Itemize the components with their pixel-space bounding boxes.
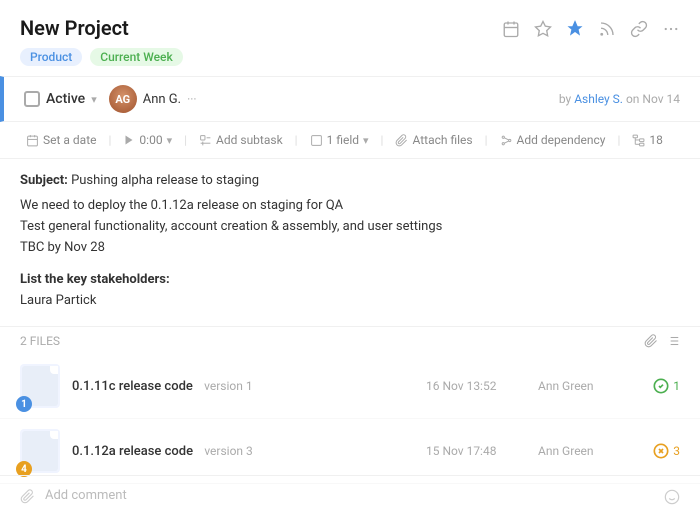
add-dependency-label: Add dependency bbox=[517, 133, 606, 147]
assignee[interactable]: AG Ann G. ··· bbox=[109, 85, 197, 113]
more-icon[interactable] bbox=[662, 18, 680, 38]
file-info-2: 0.1.12a release code version 3 bbox=[72, 444, 414, 459]
toolbar: Set a date | 0:00 ▾ | Add subtask | 1 fi… bbox=[0, 122, 700, 159]
file-date-2: 15 Nov 17:48 bbox=[426, 444, 526, 458]
assignee-name: Ann G. bbox=[143, 92, 181, 107]
comment-attach-icon[interactable] bbox=[20, 486, 35, 505]
file-icon-2: 4 bbox=[20, 429, 60, 473]
sep5: | bbox=[485, 133, 488, 147]
sep6: | bbox=[617, 133, 620, 147]
file-info-1: 0.1.11c release code version 1 bbox=[72, 379, 414, 394]
file-status-count-2: 3 bbox=[673, 444, 680, 458]
subject-line: Subject: Pushing alpha release to stagin… bbox=[20, 173, 680, 188]
file-status-2: 3 bbox=[630, 443, 680, 459]
add-subtask-button[interactable]: Add subtask bbox=[193, 130, 289, 150]
file-name-2[interactable]: 0.1.12a release code bbox=[72, 444, 193, 459]
list-icon[interactable] bbox=[666, 333, 680, 348]
file-author-2: Ann Green bbox=[538, 444, 618, 458]
attach-files-button[interactable]: Attach files bbox=[389, 130, 478, 150]
avatar: AG bbox=[109, 85, 137, 113]
files-header-icons bbox=[644, 333, 680, 348]
link-icon[interactable] bbox=[630, 18, 648, 38]
on-date: on Nov 14 bbox=[626, 92, 680, 106]
tag-product[interactable]: Product bbox=[20, 48, 82, 66]
files-header: 2 FILES bbox=[0, 327, 700, 354]
add-dependency-button[interactable]: Add dependency bbox=[494, 130, 612, 150]
body-text: We need to deploy the 0.1.12a release on… bbox=[20, 196, 680, 258]
by-user[interactable]: Ashley S. bbox=[574, 92, 623, 106]
tags-row: Product Current Week bbox=[0, 48, 700, 76]
file-status-1: 1 bbox=[630, 378, 680, 394]
set-date-label: Set a date bbox=[43, 133, 96, 147]
time-dropdown[interactable]: ▾ bbox=[167, 134, 173, 147]
header-icons bbox=[502, 18, 680, 38]
status-label: Active bbox=[46, 91, 85, 107]
file-name-1[interactable]: 0.1.11c release code bbox=[72, 379, 193, 394]
file-version-2: version 3 bbox=[204, 444, 252, 458]
sep3: | bbox=[295, 133, 298, 147]
file-badge-1: 1 bbox=[16, 396, 32, 412]
content-area: Subject: Pushing alpha release to stagin… bbox=[0, 159, 700, 322]
status-row: Active ▾ AG Ann G. ··· by Ashley S. on N… bbox=[0, 76, 700, 122]
field-button[interactable]: 1 field ▾ bbox=[304, 130, 375, 150]
sep1: | bbox=[108, 133, 111, 147]
time-label: 0:00 bbox=[139, 133, 162, 147]
files-count-label: 2 FILES bbox=[20, 334, 60, 348]
tag-current-week[interactable]: Current Week bbox=[90, 48, 182, 66]
section-title: List the key stakeholders: bbox=[20, 272, 680, 287]
emoji-icon[interactable] bbox=[664, 486, 680, 505]
sep2: | bbox=[184, 133, 187, 147]
subject-text: Pushing alpha release to staging bbox=[68, 173, 259, 188]
set-date-button[interactable]: Set a date bbox=[20, 130, 102, 150]
hierarchy-count: 18 bbox=[649, 133, 663, 147]
file-status-count-1: 1 bbox=[673, 379, 680, 393]
assignee-more-icon: ··· bbox=[187, 92, 196, 106]
star-icon[interactable] bbox=[534, 18, 552, 38]
stakeholder-name: Laura Partick bbox=[20, 293, 680, 308]
by-info: by Ashley S. on Nov 14 bbox=[559, 92, 680, 106]
files-section: 2 FILES 1 0.1.11c release code version 1… bbox=[0, 326, 700, 484]
file-version-1: version 1 bbox=[204, 379, 252, 393]
file-author-1: Ann Green bbox=[538, 379, 618, 393]
attach-files-label: Attach files bbox=[412, 133, 472, 147]
by-text: by bbox=[559, 92, 571, 106]
file-icon-1: 1 bbox=[20, 364, 60, 408]
feed-icon[interactable] bbox=[598, 18, 616, 38]
file-row: 1 0.1.11c release code version 1 16 Nov … bbox=[0, 354, 700, 419]
header: New Project bbox=[0, 0, 700, 48]
comment-input[interactable]: Add comment bbox=[45, 488, 654, 503]
page-title: New Project bbox=[20, 16, 129, 40]
pin-icon[interactable] bbox=[566, 18, 584, 38]
field-label: 1 field bbox=[327, 133, 359, 147]
field-dropdown[interactable]: ▾ bbox=[363, 134, 369, 147]
comment-bar: Add comment bbox=[0, 475, 700, 515]
file-date-1: 16 Nov 13:52 bbox=[426, 379, 526, 393]
calendar-icon[interactable] bbox=[502, 18, 520, 38]
status-badge[interactable]: Active ▾ bbox=[24, 91, 97, 107]
status-dropdown-icon[interactable]: ▾ bbox=[91, 93, 97, 106]
sep4: | bbox=[381, 133, 384, 147]
attach-icon[interactable] bbox=[644, 333, 658, 348]
time-tracker[interactable]: 0:00 ▾ bbox=[117, 130, 178, 150]
add-subtask-label: Add subtask bbox=[216, 133, 283, 147]
subject-label: Subject: bbox=[20, 173, 68, 188]
status-checkbox[interactable] bbox=[24, 91, 40, 107]
hierarchy-button[interactable]: 18 bbox=[626, 130, 669, 150]
